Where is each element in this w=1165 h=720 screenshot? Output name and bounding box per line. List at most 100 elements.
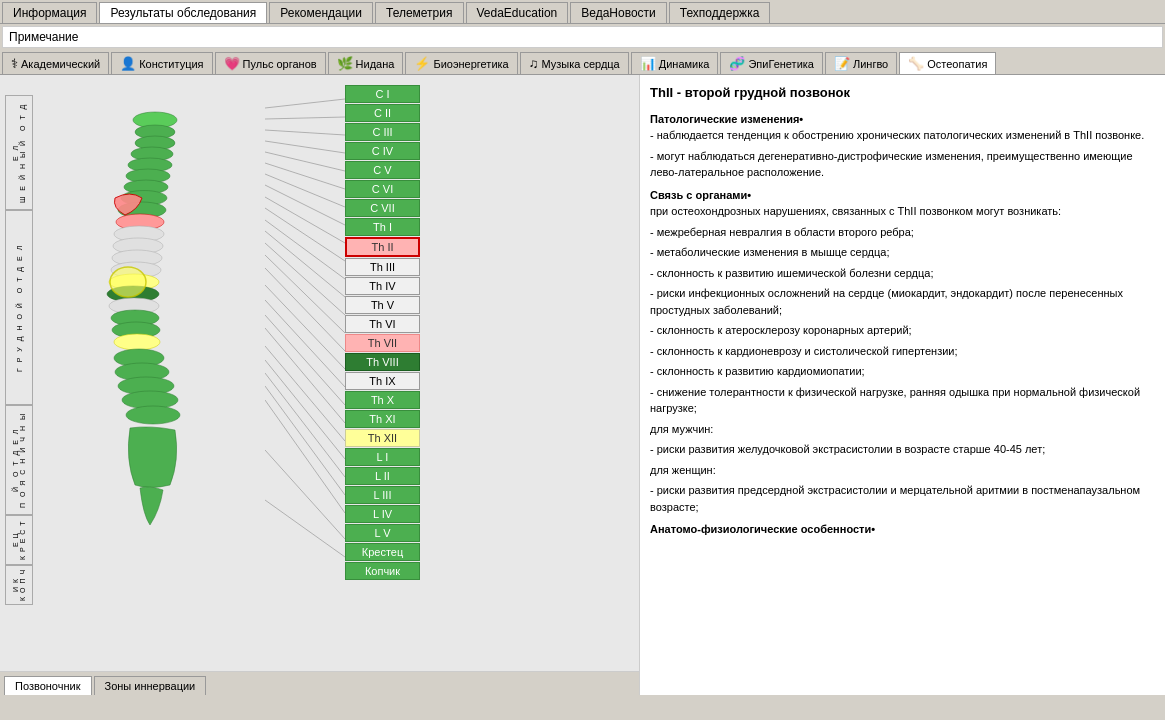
vertebra-ThXII[interactable]: Th XII	[345, 429, 420, 447]
vertebra-ThXI[interactable]: Th XI	[345, 410, 420, 428]
tab-pozvonochnik[interactable]: Позвоночник	[4, 676, 92, 695]
tab-informaciya[interactable]: Информация	[2, 2, 97, 23]
vertebra-ThX[interactable]: Th X	[345, 391, 420, 409]
anatomicheskie-title: Анатомо-физиологические особенности•	[650, 521, 1155, 538]
dinamika-icon: 📊	[640, 56, 656, 71]
tab-vedaeducation[interactable]: VedaEducation	[466, 2, 569, 23]
svg-line-35	[265, 208, 345, 261]
svyaz-text3: - метаболические изменения в мышце сердц…	[650, 244, 1155, 261]
vertebra-ThVIII[interactable]: Th VIII	[345, 353, 420, 371]
osteopatiya-icon: 🦴	[908, 56, 924, 71]
section-cervical: Ш Е Й Н Ы Й О Т Д Е Л	[5, 95, 33, 210]
tab-puls-organov[interactable]: 💗Пульс органов	[215, 52, 326, 74]
svyaz-text13: - риски развития предсердной экстрасисто…	[650, 482, 1155, 515]
svg-line-27	[265, 117, 345, 119]
svg-point-24	[126, 406, 180, 424]
svg-line-44	[265, 328, 345, 423]
spine-svg	[60, 90, 240, 650]
vertebra-CI[interactable]: C I	[345, 85, 420, 103]
section-thoracic: Г Р У Д Н О Й О Т Д Е Л	[5, 210, 33, 405]
vertebra-LI[interactable]: L I	[345, 448, 420, 466]
puls-icon: 💗	[224, 56, 240, 71]
tab-nidana[interactable]: 🌿Нидана	[328, 52, 404, 74]
svg-line-41	[265, 285, 345, 369]
tab-rekomendacii[interactable]: Рекомендации	[269, 2, 373, 23]
spine-panel: Ш Е Й Н Ы Й О Т Д Е Л Г Р У Д Н О Й О Т …	[0, 75, 640, 695]
vertebra-LIII[interactable]: L III	[345, 486, 420, 504]
spine-bottom-tabs: Позвоночник Зоны иннервации	[0, 671, 639, 695]
svg-line-46	[265, 360, 345, 459]
tab-konstitutsiya[interactable]: 👤Конституция	[111, 52, 212, 74]
tab-akademicheskiy[interactable]: ⚕Академический	[2, 52, 109, 74]
vertebra-ThIV[interactable]: Th IV	[345, 277, 420, 295]
spine-area: Ш Е Й Н Ы Й О Т Д Е Л Г Р У Д Н О Й О Т …	[0, 75, 639, 671]
tab-bioenergetika[interactable]: ⚡Биоэнергетика	[405, 52, 517, 74]
svg-line-48	[265, 386, 345, 495]
app-container: Информация Результаты обследования Реком…	[0, 0, 1165, 695]
svyaz-text1: при остеохондрозных нарушениях, связанны…	[650, 203, 1155, 220]
lingvo-icon: 📝	[834, 56, 850, 71]
tab-rezultaty[interactable]: Результаты обследования	[99, 2, 267, 23]
svg-line-42	[265, 300, 345, 387]
section-anatomicheskie: Анатомо-физиологические особенности•	[650, 521, 1155, 538]
vertebra-ThII[interactable]: Th II	[345, 237, 420, 257]
svg-line-34	[265, 197, 345, 243]
section-svyaz: Связь с органами• при остеохондрозных на…	[650, 187, 1155, 516]
vertebra-CVII[interactable]: C VII	[345, 199, 420, 217]
vertebra-list: C I C II C III C IV C V C VI C VII Th I …	[345, 85, 420, 666]
muzyka-icon: ♫	[529, 56, 539, 71]
vertebra-ThIX[interactable]: Th IX	[345, 372, 420, 390]
tab-lingvo[interactable]: 📝Лингво	[825, 52, 897, 74]
info-title: ThII - второй грудной позвонок	[650, 83, 1155, 103]
svyaz-text11: - риски развития желудочковой экстрасист…	[650, 441, 1155, 458]
svyaz-text5: - риски инфекционных осложнений на сердц…	[650, 285, 1155, 318]
vertebra-ThVI[interactable]: Th VI	[345, 315, 420, 333]
vertebra-CII[interactable]: C II	[345, 104, 420, 122]
tab-muzyka-serdca[interactable]: ♫Музыка сердца	[520, 52, 629, 74]
konstitutsiya-icon: 👤	[120, 56, 136, 71]
svg-line-37	[265, 231, 345, 297]
vertebra-ThVII[interactable]: Th VII	[345, 334, 420, 352]
spine-illustration	[35, 80, 265, 666]
vertebra-LII[interactable]: L II	[345, 467, 420, 485]
svg-line-26	[265, 99, 345, 108]
akademicheskiy-icon: ⚕	[11, 56, 18, 71]
vertebra-CV[interactable]: C V	[345, 161, 420, 179]
tab-telemetriya[interactable]: Телеметрия	[375, 2, 464, 23]
vertebra-LV[interactable]: L V	[345, 524, 420, 542]
vertebra-ThIII[interactable]: Th III	[345, 258, 420, 276]
connector-lines	[265, 90, 345, 610]
tab-osteopatiya[interactable]: 🦴Остеопатия	[899, 52, 996, 74]
svg-point-25	[110, 267, 146, 297]
svg-line-36	[265, 220, 345, 279]
tab-tehpodderzhka[interactable]: Техподдержка	[669, 2, 771, 23]
svg-line-51	[265, 500, 345, 557]
tab-dinamika[interactable]: 📊Динамика	[631, 52, 719, 74]
svg-line-50	[265, 450, 345, 539]
vertebra-CIII[interactable]: C III	[345, 123, 420, 141]
svyaz-text10: для мужчин:	[650, 421, 1155, 438]
svyaz-text2: - межреберная невралгия в области второг…	[650, 224, 1155, 241]
tab-vedanovosti[interactable]: ВедаНовости	[570, 2, 667, 23]
vertebra-ThI[interactable]: Th I	[345, 218, 420, 236]
vertebra-ThV[interactable]: Th V	[345, 296, 420, 314]
vertebra-LIV[interactable]: L IV	[345, 505, 420, 523]
note-bar: Примечание	[2, 26, 1163, 48]
vertebra-CIV[interactable]: C IV	[345, 142, 420, 160]
tab-zony-innervacii[interactable]: Зоны иннервации	[94, 676, 207, 695]
tab-epigenetika[interactable]: 🧬ЭпиГенетика	[720, 52, 823, 74]
svg-line-30	[265, 152, 345, 171]
vertebra-krestec[interactable]: Крестец	[345, 543, 420, 561]
epigenetika-icon: 🧬	[729, 56, 745, 71]
section-patologicheskie: Патологические изменения• - наблюдается …	[650, 111, 1155, 181]
bio-icon: ⚡	[414, 56, 430, 71]
svg-point-19	[114, 334, 160, 350]
svyaz-text8: - склонность к развитию кардиомиопатии;	[650, 363, 1155, 380]
svg-line-49	[265, 400, 345, 513]
svyaz-title: Связь с органами•	[650, 187, 1155, 204]
vertebra-CVI[interactable]: C VI	[345, 180, 420, 198]
patologicheskie-text: - наблюдается тенденция к обострению хро…	[650, 127, 1155, 144]
second-tab-bar: ⚕Академический 👤Конституция 💗Пульс орган…	[0, 50, 1165, 75]
vertebra-kopchik[interactable]: Копчик	[345, 562, 420, 580]
section-sacrum: К Р Е С Т Е Ц	[5, 515, 33, 565]
